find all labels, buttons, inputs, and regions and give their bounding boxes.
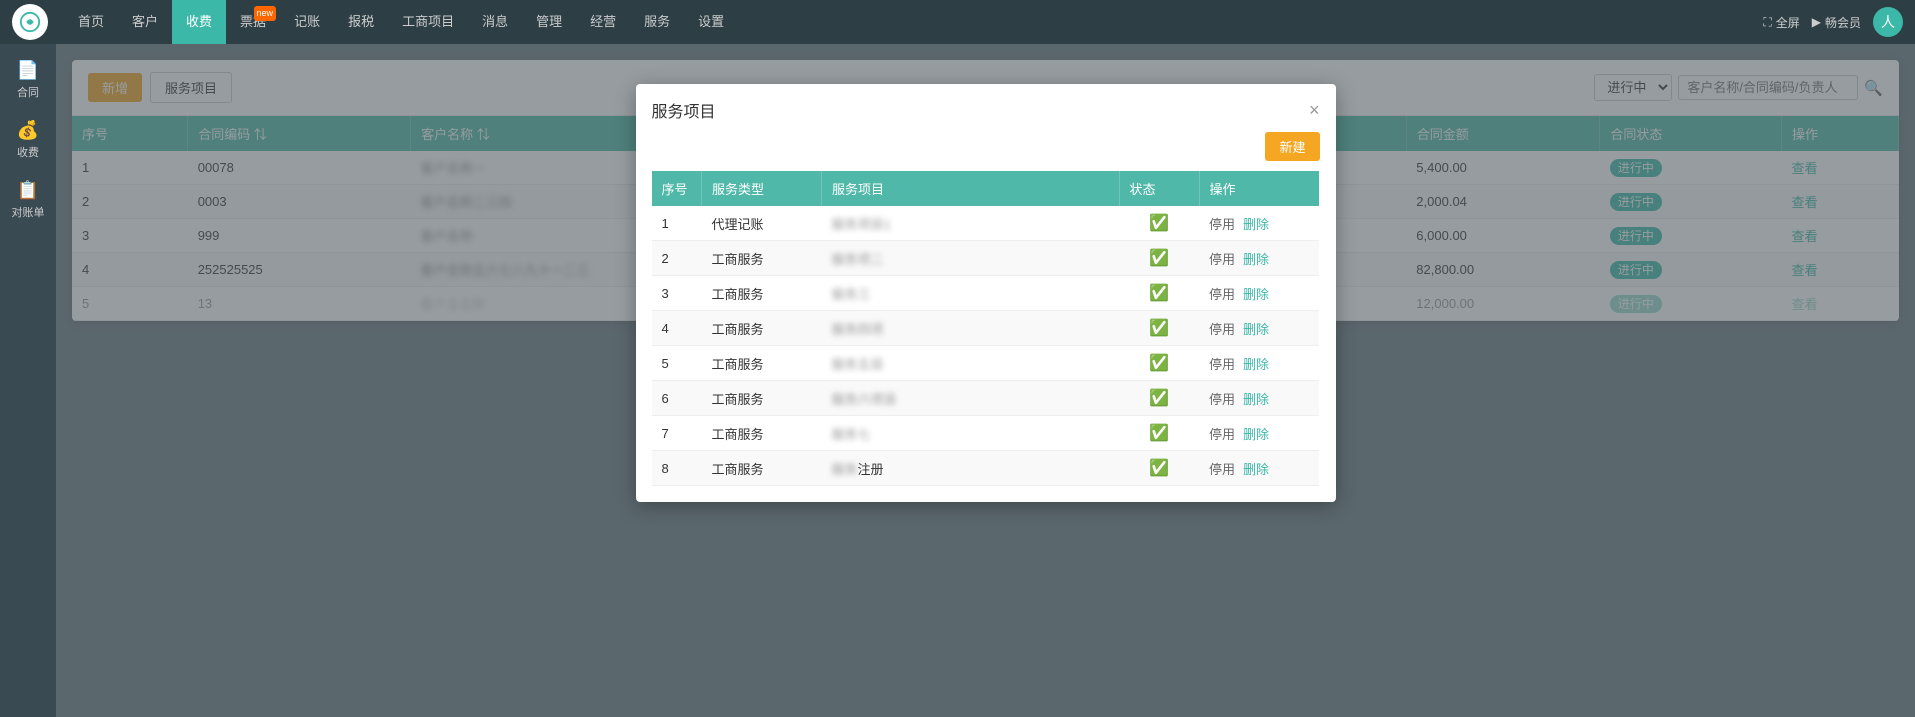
nav-biz[interactable]: 工商项目 [388,0,468,44]
nav-settings[interactable]: 设置 [684,0,738,44]
status-check-icon: ✅ [1149,355,1169,372]
modal-col-status: 状态 [1119,171,1199,206]
modal-overlay: 服务项目 × 新建 序号 服务类型 服务项目 状态 [56,44,1915,717]
delete-button[interactable]: 删除 [1243,252,1269,267]
vip-btn[interactable]: ▶ 畅会员 [1812,14,1861,31]
stop-button[interactable]: 停用 [1209,427,1235,442]
modal-col-seq: 序号 [652,171,702,206]
stop-button[interactable]: 停用 [1209,392,1235,407]
stop-button[interactable]: 停用 [1209,462,1235,477]
status-check-icon: ✅ [1149,460,1169,477]
list-item: 2 工商服务 服务项二 ✅ 停用删除 [652,241,1320,276]
statement-icon: 📋 [17,180,39,201]
modal-toolbar: 新建 [636,122,1336,171]
sidebar-item-billing[interactable]: 💰 收费 [0,112,56,168]
billing-icon: 💰 [17,120,39,141]
stop-button[interactable]: 停用 [1209,252,1235,267]
service-table-body: 1 代理记账 服务项目1 ✅ 停用删除 2 工商服务 服务项二 ✅ [652,206,1320,486]
fullscreen-btn[interactable]: ⛶ 全屏 [1763,14,1799,31]
list-item: 8 工商服务 服务注册 ✅ 停用删除 [652,451,1320,486]
delete-button[interactable]: 删除 [1243,392,1269,407]
sidebar: 📄 合同 💰 收费 📋 对账单 [0,44,56,717]
nav-message[interactable]: 消息 [468,0,522,44]
avatar[interactable]: 人 [1873,7,1903,37]
status-check-icon: ✅ [1149,285,1169,302]
status-check-icon: ✅ [1149,390,1169,407]
service-modal: 服务项目 × 新建 序号 服务类型 服务项目 状态 [636,84,1336,502]
modal-close-button[interactable]: × [1309,101,1320,119]
list-item: 1 代理记账 服务项目1 ✅ 停用删除 [652,206,1320,241]
stop-button[interactable]: 停用 [1209,357,1235,372]
modal-new-button[interactable]: 新建 [1265,132,1319,161]
status-check-icon: ✅ [1149,320,1169,337]
sidebar-item-statement[interactable]: 📋 对账单 [0,172,56,228]
nav-home[interactable]: 首页 [64,0,118,44]
top-nav-right: ⛶ 全屏 ▶ 畅会员 人 [1763,7,1903,37]
list-item: 3 工商服务 服务三 ✅ 停用删除 [652,276,1320,311]
nav-customer[interactable]: 客户 [118,0,172,44]
nav-invoice[interactable]: 票据 new [226,0,280,44]
delete-button[interactable]: 删除 [1243,357,1269,372]
modal-col-type: 服务类型 [702,171,822,206]
list-item: 5 工商服务 服务五目 ✅ 停用删除 [652,346,1320,381]
delete-button[interactable]: 删除 [1243,427,1269,442]
contract-icon: 📄 [17,60,39,81]
main-layout: 📄 合同 💰 收费 📋 对账单 新增 服务项目 进行中 已结束 全部 [0,44,1915,717]
nav-billing[interactable]: 收费 [172,0,226,44]
nav-tax[interactable]: 报税 [334,0,388,44]
fullscreen-icon: ⛶ [1763,15,1771,30]
content-area: 新增 服务项目 进行中 已结束 全部 🔍 序号 合同编码 [56,44,1915,717]
app-logo[interactable] [12,4,48,40]
modal-header: 服务项目 × [636,84,1336,122]
status-check-icon: ✅ [1149,215,1169,232]
delete-button[interactable]: 删除 [1243,217,1269,232]
stop-button[interactable]: 停用 [1209,217,1235,232]
nav-manage[interactable]: 管理 [522,0,576,44]
nav-bookkeeping[interactable]: 记账 [280,0,334,44]
list-item: 6 工商服务 服务六项目 ✅ 停用删除 [652,381,1320,416]
stop-button[interactable]: 停用 [1209,322,1235,337]
delete-button[interactable]: 删除 [1243,287,1269,302]
delete-button[interactable]: 删除 [1243,462,1269,477]
service-table-header: 序号 服务类型 服务项目 状态 操作 [652,171,1320,206]
status-check-icon: ✅ [1149,250,1169,267]
new-badge: new [254,6,277,21]
delete-button[interactable]: 删除 [1243,322,1269,337]
modal-body: 序号 服务类型 服务项目 状态 操作 1 代理记账 服务项目1 [636,171,1336,502]
list-item: 4 工商服务 服务四项 ✅ 停用删除 [652,311,1320,346]
vip-icon: ▶ [1812,15,1821,29]
stop-button[interactable]: 停用 [1209,287,1235,302]
status-check-icon: ✅ [1149,425,1169,442]
service-table: 序号 服务类型 服务项目 状态 操作 1 代理记账 服务项目1 [652,171,1320,486]
modal-col-action: 操作 [1199,171,1319,206]
nav-operation[interactable]: 经营 [576,0,630,44]
list-item: 7 工商服务 服务七 ✅ 停用删除 [652,416,1320,451]
top-nav: 首页 客户 收费 票据 new 记账 报税 工商项目 消息 管理 经营 服务 设… [0,0,1915,44]
sidebar-item-contract[interactable]: 📄 合同 [0,52,56,108]
modal-title: 服务项目 [652,98,716,122]
modal-col-item: 服务项目 [822,171,1120,206]
nav-service[interactable]: 服务 [630,0,684,44]
